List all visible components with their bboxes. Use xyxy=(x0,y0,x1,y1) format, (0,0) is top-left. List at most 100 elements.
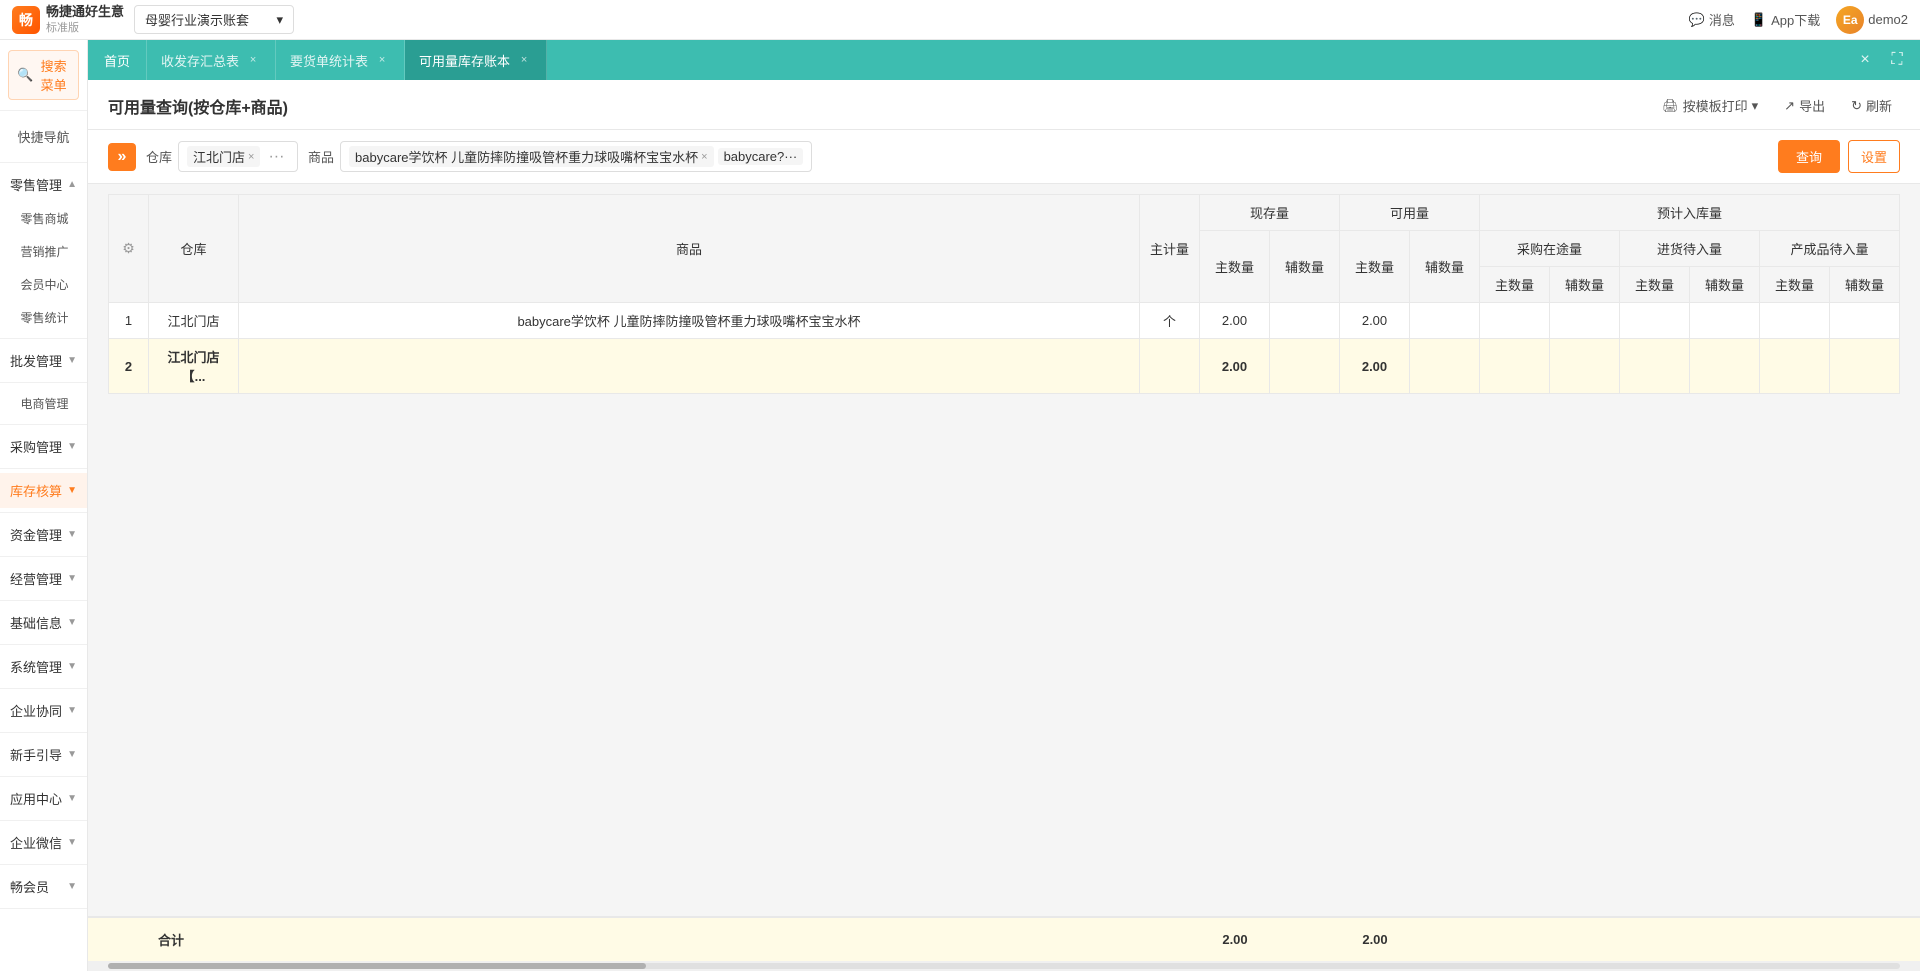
sidebar-section-inventory-header[interactable]: 库存核算 ▼ xyxy=(0,473,87,508)
sidebar-section-inventory: 库存核算 ▼ xyxy=(0,469,87,513)
sidebar-section-finance-header[interactable]: 资金管理 ▼ xyxy=(0,517,87,552)
scrollbar-thumb[interactable] xyxy=(108,963,646,969)
sidebar-section-purchase-label: 采购管理 xyxy=(10,437,62,456)
chevron-down-icon-purchase: ▼ xyxy=(67,441,77,452)
horizontal-scrollbar[interactable] xyxy=(88,961,1920,971)
app-download-button[interactable]: 📱 App下载 xyxy=(1751,10,1820,29)
filter-expand-button[interactable]: » xyxy=(108,143,136,171)
footer-inbound-aux xyxy=(1690,926,1760,953)
sidebar-section-appcenter-header[interactable]: 应用中心 ▼ xyxy=(0,781,87,816)
product-filter-input[interactable]: babycare学饮杯 儿童防摔防撞吸管杯重力球吸嘴杯宝宝水杯 × babyca… xyxy=(340,141,812,172)
close-requisition-tab[interactable]: × xyxy=(374,52,390,68)
sidebar-search-area: 🔍 搜索菜单 xyxy=(0,40,87,111)
cell-warehouse: 江北门店 【... xyxy=(149,339,239,394)
sidebar-section-corpwechat: 企业微信 ▼ xyxy=(0,821,87,865)
main-layout: 🔍 搜索菜单 快捷导航 零售管理 ▲ 零售商城 营销推广 会员中心 零售统计 批… xyxy=(0,40,1920,971)
page-content: 可用量查询(按仓库+商品) 🖨 按模板打印 ▾ ↗ 导出 ↻ 刷新 xyxy=(88,80,1920,971)
user-profile[interactable]: Ea demo2 xyxy=(1836,6,1908,34)
chevron-down-icon-operations: ▼ xyxy=(67,573,77,584)
cell-available-main: 2.00 xyxy=(1340,303,1410,339)
close-receipts-tab[interactable]: × xyxy=(245,52,261,68)
sidebar-section-appcenter-label: 应用中心 xyxy=(10,789,62,808)
product-tag-2-label: babycare?··· xyxy=(724,149,798,164)
print-icon: 🖨 xyxy=(1662,98,1679,114)
tab-receipts[interactable]: 收发存汇总表 × xyxy=(147,40,276,80)
th-purchase-transit-main: 主数量 xyxy=(1480,267,1550,303)
sidebar-section-system-label: 系统管理 xyxy=(10,657,62,676)
warehouse-tag: 江北门店 × xyxy=(187,146,260,167)
cell-product: babycare学饮杯 儿童防摔防撞吸管杯重力球吸嘴杯宝宝水杯 xyxy=(239,303,1140,339)
warehouse-tag-remove[interactable]: × xyxy=(248,151,254,163)
th-available-aux-qty: 辅数量 xyxy=(1410,231,1480,303)
settings-button[interactable]: 设置 xyxy=(1848,140,1900,173)
industry-select[interactable]: 母婴行业演示账套 ▾ xyxy=(134,5,294,34)
th-current-aux-qty: 辅数量 xyxy=(1270,231,1340,303)
refresh-label: 刷新 xyxy=(1866,96,1892,115)
sidebar-section-newguide-header[interactable]: 新手引导 ▼ xyxy=(0,737,87,772)
chevron-down-icon: ▾ xyxy=(276,12,283,28)
product-filter-label: 商品 xyxy=(308,147,334,166)
th-inbound-pending: 进货待入量 xyxy=(1620,231,1760,267)
sidebar-item-quicknav[interactable]: 快捷导航 xyxy=(0,119,87,154)
product-tag-1-remove[interactable]: × xyxy=(701,151,707,163)
quicknav-label: 快捷导航 xyxy=(17,127,69,146)
th-current-main-qty: 主数量 xyxy=(1200,231,1270,303)
search-menu-button[interactable]: 🔍 搜索菜单 xyxy=(8,50,79,100)
fullscreen-button[interactable]: ⛶ xyxy=(1884,47,1910,73)
sidebar-section-member-header[interactable]: 畅会员 ▼ xyxy=(0,869,87,904)
chevron-down-icon-appcenter: ▼ xyxy=(67,793,77,804)
sidebar-section-system-header[interactable]: 系统管理 ▼ xyxy=(0,649,87,684)
sidebar-item-retail-stats[interactable]: 零售统计 xyxy=(0,301,87,334)
tab-available[interactable]: 可用量库存账本 × xyxy=(405,40,547,80)
refresh-button[interactable]: ↻ 刷新 xyxy=(1843,92,1900,119)
product-tag-1: babycare学饮杯 儿童防摔防撞吸管杯重力球吸嘴杯宝宝水杯 × xyxy=(349,146,714,167)
sidebar-section-finance-label: 资金管理 xyxy=(10,525,62,544)
warehouse-filter-input[interactable]: 江北门店 × ··· xyxy=(178,141,298,172)
sidebar-section-basic-label: 基础信息 xyxy=(10,613,62,632)
sidebar-item-retail-mall[interactable]: 零售商城 xyxy=(0,202,87,235)
close-all-tabs-button[interactable]: × xyxy=(1852,47,1878,73)
sidebar-section-corpwechat-header[interactable]: 企业微信 ▼ xyxy=(0,825,87,860)
cell-inbound-main xyxy=(1620,339,1690,394)
chevron-down-icon-print: ▾ xyxy=(1752,98,1759,114)
footer-available-main: 2.00 xyxy=(1340,926,1410,953)
logo-text: 畅捷通好生意 标准版 xyxy=(46,4,124,35)
sidebar-section-retail-header[interactable]: 零售管理 ▲ xyxy=(0,167,87,202)
warehouse-filter-label: 仓库 xyxy=(146,147,172,166)
sidebar-section-purchase-header[interactable]: 采购管理 ▼ xyxy=(0,429,87,464)
cell-product-main xyxy=(1760,303,1830,339)
close-available-tab[interactable]: × xyxy=(516,52,532,68)
search-icon: 🔍 xyxy=(17,67,33,83)
sidebar-section-wholesale-header[interactable]: 批发管理 ▼ xyxy=(0,343,87,378)
table-row: 2 江北门店 【... 2.00 2.00 xyxy=(109,339,1900,394)
tab-requisition[interactable]: 要货单统计表 × xyxy=(276,40,405,80)
product-tag-1-label: babycare学饮杯 儿童防摔防撞吸管杯重力球吸嘴杯宝宝水杯 xyxy=(355,147,698,166)
sidebar-item-member-center[interactable]: 会员中心 xyxy=(0,268,87,301)
sidebar-section-enterprise-header[interactable]: 企业协同 ▼ xyxy=(0,693,87,728)
sidebar-section-member: 畅会员 ▼ xyxy=(0,865,87,909)
sidebar-item-ecommerce[interactable]: 电商管理 xyxy=(0,387,87,420)
th-purchase-transit-aux: 辅数量 xyxy=(1550,267,1620,303)
cell-product-aux xyxy=(1830,339,1900,394)
sidebar-section-operations-header[interactable]: 经营管理 ▼ xyxy=(0,561,87,596)
tab-bar-actions: × ⛶ xyxy=(1842,47,1920,73)
sidebar-section-basic-header[interactable]: 基础信息 ▼ xyxy=(0,605,87,640)
tab-home[interactable]: 首页 xyxy=(88,40,147,80)
cell-seq: 2 xyxy=(109,339,149,394)
logo-icon: 畅 xyxy=(12,6,40,34)
message-button[interactable]: 💬 消息 xyxy=(1689,10,1735,29)
sidebar-item-marketing[interactable]: 营销推广 xyxy=(0,235,87,268)
export-button[interactable]: ↗ 导出 xyxy=(1776,92,1833,119)
sidebar-section-enterprise: 企业协同 ▼ xyxy=(0,689,87,733)
print-template-button[interactable]: 🖨 按模板打印 ▾ xyxy=(1654,92,1766,119)
warehouse-more-icon[interactable]: ··· xyxy=(264,148,288,166)
chevron-down-icon-member: ▼ xyxy=(67,881,77,892)
cell-main-unit: 个 xyxy=(1139,303,1199,339)
gear-icon: ⚙ xyxy=(122,240,135,256)
query-button[interactable]: 查询 xyxy=(1778,140,1840,173)
cell-purchase-main xyxy=(1480,339,1550,394)
sidebar-section-wholesale: 批发管理 ▼ xyxy=(0,339,87,383)
receipts-tab-label: 收发存汇总表 xyxy=(161,51,239,70)
home-tab-label: 首页 xyxy=(104,51,130,70)
data-table: ⚙ 仓库 商品 主计量 现存量 可用量 预计入库量 主数量 辅数量 xyxy=(108,194,1900,394)
